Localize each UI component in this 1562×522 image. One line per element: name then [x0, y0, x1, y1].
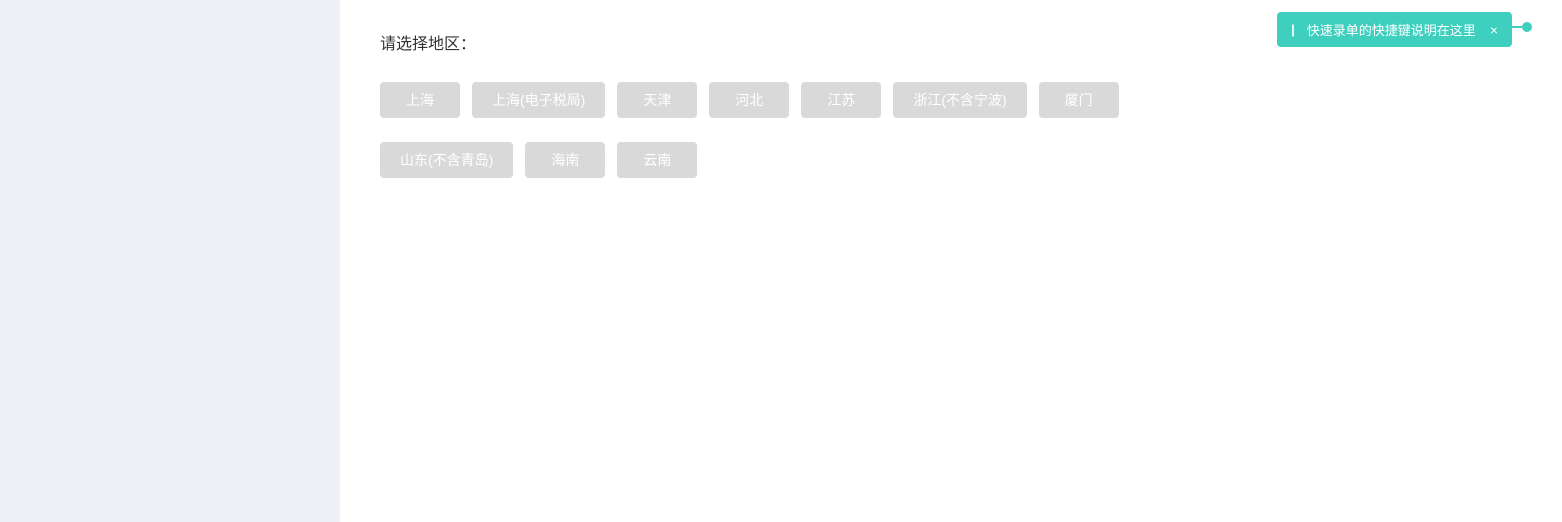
main-content: 请选择地区： 上海 上海(电子税局) 天津 河北 江苏 浙江(不含宁波) 厦门 …: [340, 0, 1562, 522]
region-btn-shanghai[interactable]: 上海: [380, 82, 460, 118]
tooltip-close-icon[interactable]: ×: [1490, 22, 1498, 38]
region-btn-jiangsu[interactable]: 江苏: [801, 82, 881, 118]
tooltip-text: 快速录单的快捷键说明在这里: [1307, 20, 1476, 39]
region-btn-hebei[interactable]: 河北: [709, 82, 789, 118]
tooltip-banner: 快速录单的快捷键说明在这里 ×: [1277, 12, 1512, 47]
region-btn-tianjin[interactable]: 天津: [617, 82, 697, 118]
left-sidebar: [0, 0, 340, 522]
region-btn-hainan[interactable]: 海南: [525, 142, 605, 178]
region-btn-xiamen[interactable]: 厦门: [1039, 82, 1119, 118]
connector-line: [1492, 26, 1522, 28]
region-btn-yunnan[interactable]: 云南: [617, 142, 697, 178]
region-btn-shanghai-etax[interactable]: 上海(电子税局): [472, 82, 605, 118]
dot-indicator: [1522, 22, 1532, 32]
region-buttons-container: 上海 上海(电子税局) 天津 河北 江苏 浙江(不含宁波) 厦门 山东(不含青岛…: [380, 82, 1522, 178]
region-btn-zhejiang[interactable]: 浙江(不含宁波): [893, 82, 1026, 118]
region-btn-shandong[interactable]: 山东(不含青岛): [380, 142, 513, 178]
